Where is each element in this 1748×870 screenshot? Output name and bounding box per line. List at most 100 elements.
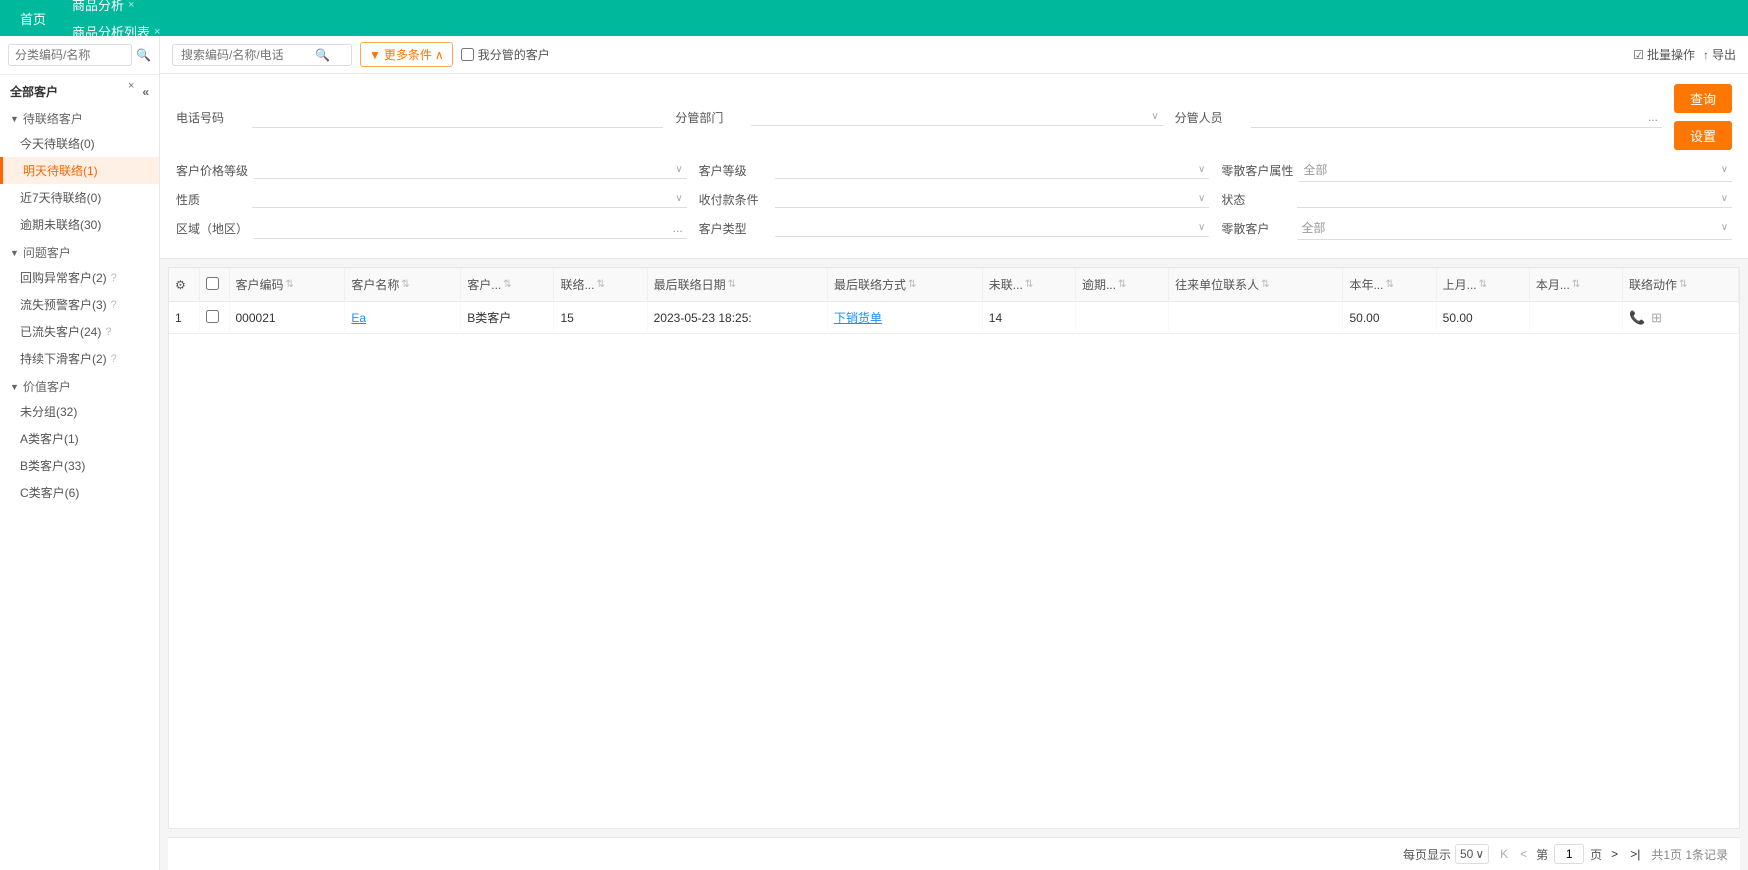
batch-op-btn[interactable]: ☑ 批量操作: [1633, 46, 1695, 63]
row-name[interactable]: Ea: [345, 302, 461, 334]
dept-select[interactable]: ∨: [751, 108, 1162, 126]
sidebar-group-title-0[interactable]: 待联络客户: [0, 104, 159, 130]
row-checkbox[interactable]: [199, 302, 229, 334]
sidebar-item-label: A类客户(1): [20, 430, 79, 447]
help-icon[interactable]: ?: [111, 272, 117, 284]
sidebar-group-title-1[interactable]: 问题客户: [0, 238, 159, 264]
first-page-btn[interactable]: K: [1497, 846, 1511, 862]
filter-more-label: 更多条件: [384, 46, 432, 63]
close-icon[interactable]: ×: [154, 53, 160, 65]
sidebar-item-2-1[interactable]: A类客户(1): [0, 425, 159, 452]
help-icon[interactable]: ?: [111, 353, 117, 365]
filter-actions: 查询 设置: [1674, 84, 1732, 150]
col-header-11[interactable]: 本年...⇅: [1343, 268, 1436, 302]
export-label: 导出: [1712, 46, 1736, 63]
sidebar-item-1-2[interactable]: 已流失客户(24)?: [0, 318, 159, 345]
sort-icon-4: ⇅: [503, 279, 511, 290]
col-header-2[interactable]: 客户编码⇅: [229, 268, 345, 302]
customer-name-link[interactable]: Ea: [351, 311, 366, 325]
nature-select[interactable]: ∨: [252, 190, 687, 208]
sidebar-item-0-2[interactable]: 近7天待联络(0): [0, 184, 159, 211]
sidebar-item-0-1[interactable]: 明天待联络(1): [0, 157, 159, 184]
region-dots[interactable]: ...: [254, 218, 687, 239]
row-type: B类客户: [461, 302, 554, 334]
row-select-checkbox[interactable]: [206, 310, 219, 323]
customer-type-select[interactable]: ∨: [775, 219, 1210, 237]
help-icon[interactable]: ?: [105, 326, 111, 338]
col-header-4[interactable]: 客户...⇅: [461, 268, 554, 302]
col-header-3[interactable]: 客户名称⇅: [345, 268, 461, 302]
page-size-select[interactable]: 50 ∨: [1455, 844, 1489, 864]
sidebar-item-label: C类客户(6): [20, 484, 79, 501]
sidebar-item-2-3[interactable]: C类客户(6): [0, 479, 159, 506]
col-header-5[interactable]: 联络...⇅: [554, 268, 647, 302]
filter-search-box[interactable]: 🔍: [172, 44, 352, 66]
query-button[interactable]: 查询: [1674, 84, 1732, 113]
close-icon[interactable]: ×: [128, 0, 134, 11]
col-header-9[interactable]: 逾期...⇅: [1075, 268, 1168, 302]
last-contact-method-link[interactable]: 下销货单: [834, 311, 882, 325]
col-header-13[interactable]: 本月...⇅: [1529, 268, 1622, 302]
filter-retail-attr: 零散客户属性 全部 ∨: [1221, 158, 1732, 182]
col-header-10[interactable]: 往来单位联系人⇅: [1169, 268, 1343, 302]
filter-more-btn[interactable]: ▼ 更多条件 ∧: [360, 42, 453, 67]
payment-select[interactable]: ∨: [775, 190, 1210, 208]
sidebar-item-2-0[interactable]: 未分组(32): [0, 398, 159, 425]
last-page-btn[interactable]: >|: [1627, 846, 1643, 862]
sidebar-item-label: 持续下滑客户(2): [20, 350, 107, 367]
nature-caret: ∨: [675, 193, 682, 204]
grid-action-icon[interactable]: ⊞: [1651, 310, 1662, 326]
filter-price-level: 客户价格等级 ∨: [176, 161, 687, 179]
price-level-select[interactable]: ∨: [254, 161, 687, 179]
phone-input[interactable]: [252, 107, 663, 128]
col-header-8[interactable]: 未联...⇅: [982, 268, 1075, 302]
sidebar-item-2-2[interactable]: B类客户(33): [0, 452, 159, 479]
col-label-3: 客户名称: [351, 276, 399, 293]
page-input[interactable]: [1554, 844, 1584, 864]
sidebar-item-0-3[interactable]: 逾期未联络(30): [0, 211, 159, 238]
help-icon[interactable]: ?: [111, 299, 117, 311]
filter-phone: 电话号码: [176, 107, 663, 128]
sidebar-search-input[interactable]: [8, 44, 132, 66]
col-header-6[interactable]: 最后联络日期⇅: [647, 268, 827, 302]
sidebar-search-icon[interactable]: 🔍: [136, 48, 151, 62]
my-customers-checkbox[interactable]: [461, 48, 474, 61]
filter-region: 区域（地区） ...: [176, 218, 687, 239]
manager-dots[interactable]: ...: [1251, 107, 1662, 128]
sidebar-item-1-0[interactable]: 回购异常客户(2)?: [0, 264, 159, 291]
filter-search-input[interactable]: [181, 48, 311, 62]
col-label-4: 客户...: [467, 276, 501, 293]
call-action-icon[interactable]: 📞: [1629, 310, 1645, 326]
retail-attr-select[interactable]: 全部 ∨: [1299, 158, 1732, 182]
retail-customer-select[interactable]: 全部 ∨: [1297, 216, 1732, 240]
close-icon[interactable]: ×: [128, 80, 134, 92]
export-btn[interactable]: ↑ 导出: [1703, 46, 1736, 63]
sidebar-collapse-icon[interactable]: «: [142, 85, 149, 99]
sort-icon-7: ⇅: [908, 279, 916, 290]
prev-page-btn[interactable]: <: [1517, 846, 1530, 862]
sidebar-group-title-2[interactable]: 价值客户: [0, 372, 159, 398]
sidebar-item-label: 未分组(32): [20, 403, 77, 420]
select-all-checkbox[interactable]: [206, 277, 219, 290]
filter-row-2: 客户价格等级 ∨ 客户等级 ∨ 零散客户属性 全部: [176, 158, 1732, 182]
status-select[interactable]: ∨: [1297, 190, 1732, 208]
filter-search-icon[interactable]: 🔍: [315, 48, 330, 62]
set-button[interactable]: 设置: [1674, 121, 1732, 150]
customer-level-select[interactable]: ∨: [775, 161, 1210, 179]
col-header-7[interactable]: 最后联络方式⇅: [827, 268, 982, 302]
row-last-contact-method[interactable]: 下销货单: [827, 302, 982, 334]
top-nav: 首页 销货单 ×进货单 ×商品分析 ×商品分析列表 ×客户分层经营 ×客户联络 …: [0, 0, 1748, 36]
sidebar-item-1-3[interactable]: 持续下滑客户(2)?: [0, 345, 159, 372]
sidebar-item-0-0[interactable]: 今天待联络(0): [0, 130, 159, 157]
gear-icon[interactable]: ⚙: [175, 278, 186, 292]
col-header-14[interactable]: 联络动作⇅: [1622, 268, 1738, 302]
filter-caret: ∧: [435, 48, 444, 62]
col-header-12[interactable]: 上月...⇅: [1436, 268, 1529, 302]
sidebar-item-1-1[interactable]: 流失预警客户(3)?: [0, 291, 159, 318]
data-table-container: ⚙客户编码⇅客户名称⇅客户...⇅联络...⇅最后联络日期⇅最后联络方式⇅未联.…: [168, 267, 1740, 829]
checkbox-icon: ☑: [1633, 48, 1644, 62]
close-icon[interactable]: ×: [154, 26, 160, 38]
next-page-btn[interactable]: >: [1608, 846, 1621, 862]
nav-home[interactable]: 首页: [8, 5, 58, 32]
nav-tab-商品分析[interactable]: 商品分析 ×: [60, 0, 172, 18]
